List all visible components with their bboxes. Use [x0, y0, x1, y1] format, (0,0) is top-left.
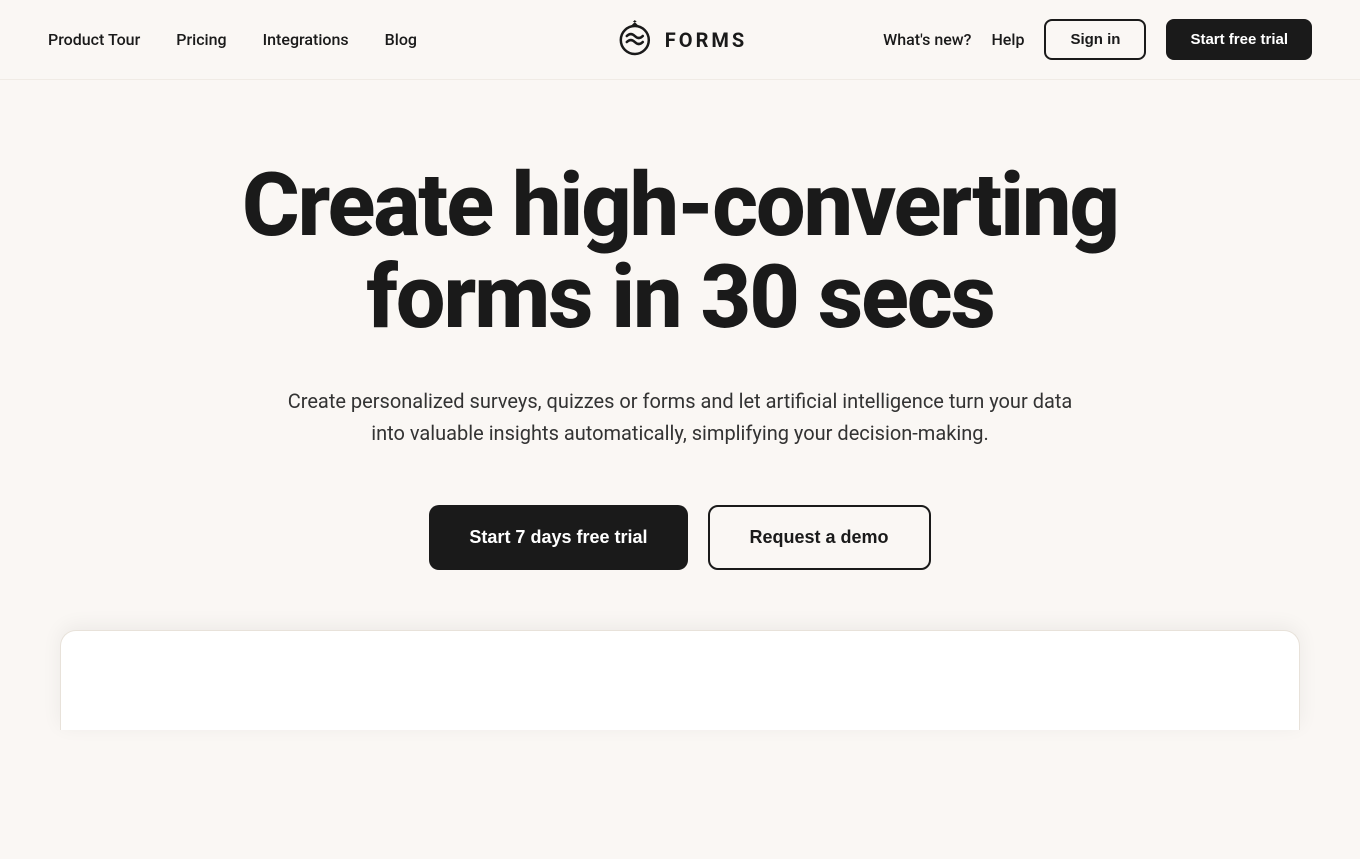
- nav-left: Product Tour Pricing Integrations Blog: [48, 30, 417, 49]
- nav-right: What's new? Help Sign in Start free tria…: [883, 19, 1312, 60]
- product-preview-card: [60, 630, 1300, 730]
- start-trial-button[interactable]: Start 7 days free trial: [429, 505, 687, 570]
- hero-section: Create high-converting forms in 30 secs …: [0, 80, 1360, 730]
- nav-integrations[interactable]: Integrations: [263, 30, 349, 49]
- hero-title: Create high-converting forms in 30 secs: [242, 160, 1118, 345]
- request-demo-button[interactable]: Request a demo: [708, 505, 931, 570]
- logo-text: FORMS: [665, 28, 747, 52]
- start-free-trial-nav-button[interactable]: Start free trial: [1166, 19, 1312, 60]
- nav-product-tour[interactable]: Product Tour: [48, 30, 140, 49]
- signin-button[interactable]: Sign in: [1044, 19, 1146, 60]
- nav-blog[interactable]: Blog: [385, 30, 417, 49]
- hero-title-line2: forms in 30 secs: [366, 246, 994, 349]
- nav-help[interactable]: Help: [991, 30, 1024, 49]
- nav-whats-new[interactable]: What's new?: [883, 30, 971, 49]
- hero-subtitle: Create personalized surveys, quizzes or …: [270, 385, 1090, 449]
- navbar: Product Tour Pricing Integrations Blog F…: [0, 0, 1360, 80]
- logo[interactable]: FORMS: [613, 18, 747, 62]
- logo-icon: [613, 18, 657, 62]
- hero-buttons: Start 7 days free trial Request a demo: [429, 505, 930, 570]
- hero-title-line1: Create high-converting: [242, 154, 1118, 257]
- nav-pricing[interactable]: Pricing: [176, 30, 226, 49]
